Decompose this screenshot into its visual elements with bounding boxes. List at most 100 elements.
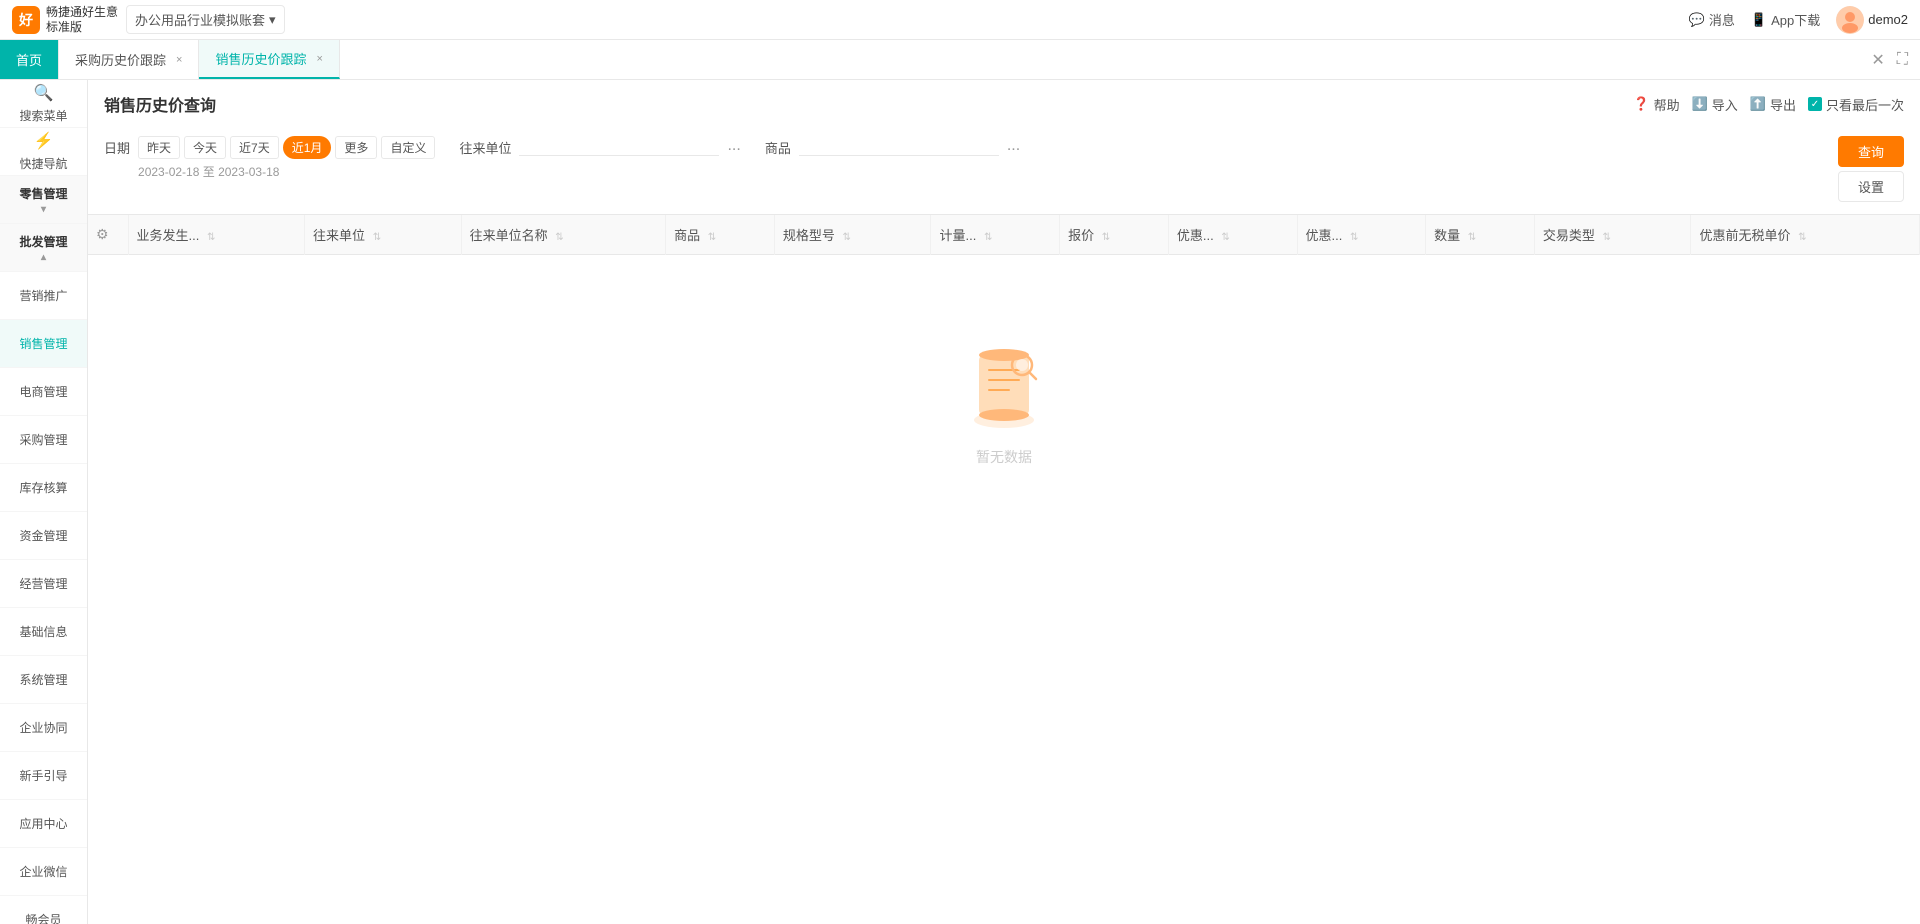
- user-profile[interactable]: demo2: [1836, 6, 1908, 34]
- date-btn-today[interactable]: 今天: [184, 136, 226, 159]
- table-header: ⚙ 业务发生... ⇅ 往来单位 ⇅ 往来单位名称 ⇅: [88, 215, 1920, 255]
- column-partner-name[interactable]: 往来单位名称 ⇅: [461, 215, 665, 255]
- message-icon: 💬: [1689, 12, 1705, 28]
- column-biz-date[interactable]: 业务发生... ⇅: [128, 215, 305, 255]
- column-unit[interactable]: 计量... ⇅: [931, 215, 1060, 255]
- chevron-down-icon: ▾: [269, 12, 276, 28]
- date-filter-group: 日期 昨天 今天 近7天 近1月 更多 自定义 2023-02-18 至 202…: [104, 136, 435, 180]
- sort-quote-icon: ⇅: [1102, 232, 1110, 243]
- tab-sales-history[interactable]: 销售历史价跟踪 ×: [199, 40, 339, 79]
- page-title-row: 销售历史价查询 ❓ 帮助 ⬇️ 导入 ⬆️ 导出 ✓: [104, 92, 1904, 116]
- sidebar-item-operations[interactable]: 经营管理: [0, 560, 87, 608]
- show-last-once-checkbox-group[interactable]: ✓ 只看最后一次: [1808, 95, 1904, 114]
- logo-icon: 好: [12, 6, 40, 34]
- product-input-group: ...: [799, 136, 1020, 156]
- partner-input-group: ...: [519, 136, 740, 156]
- column-partner-code[interactable]: 往来单位 ⇅: [305, 215, 462, 255]
- close-sales-tab-icon[interactable]: ×: [316, 53, 322, 65]
- filter-row: 日期 昨天 今天 近7天 近1月 更多 自定义 2023-02-18 至 202…: [104, 128, 1904, 214]
- column-pre-tax-price[interactable]: 优惠前无税单价 ⇅: [1691, 215, 1920, 255]
- partner-input[interactable]: [519, 136, 719, 156]
- partner-search-icon[interactable]: ...: [727, 137, 740, 155]
- export-icon: ⬆️: [1750, 96, 1766, 112]
- column-quote[interactable]: 报价 ⇅: [1060, 215, 1169, 255]
- sort-quantity-icon: ⇅: [1468, 232, 1476, 243]
- message-button[interactable]: 💬 消息: [1689, 10, 1735, 29]
- help-button[interactable]: ❓ 帮助: [1633, 95, 1679, 114]
- sidebar: 🔍 搜索菜单 ⚡ 快捷导航 零售管理 ▾ 批发管理 ▴ 营销推广 销售管理 电商…: [0, 80, 88, 924]
- sort-partner-code-icon: ⇅: [373, 232, 381, 243]
- sort-spec-icon: ⇅: [843, 232, 851, 243]
- logo-area[interactable]: 好 畅捷通好生意 标准版: [12, 5, 118, 34]
- data-table: ⚙ 业务发生... ⇅ 往来单位 ⇅ 往来单位名称 ⇅: [88, 215, 1920, 255]
- column-quantity[interactable]: 数量 ⇅: [1426, 215, 1535, 255]
- date-filter: 昨天 今天 近7天 近1月 更多 自定义 2023-02-18 至 2023-0…: [138, 136, 435, 180]
- phone-icon: 📱: [1751, 12, 1767, 28]
- column-spec[interactable]: 规格型号 ⇅: [774, 215, 931, 255]
- date-btn-more[interactable]: 更多: [335, 136, 377, 159]
- show-last-once-checkbox[interactable]: ✓: [1808, 97, 1822, 111]
- settings-column-icon[interactable]: ⚙: [96, 226, 109, 242]
- sidebar-item-basic-info[interactable]: 基础信息: [0, 608, 87, 656]
- sidebar-item-wholesale-mgmt[interactable]: 批发管理 ▴: [0, 224, 87, 272]
- product-filter-group: 商品 ...: [765, 136, 1020, 157]
- close-purchase-tab-icon[interactable]: ×: [176, 54, 182, 66]
- top-bar-left: 好 畅捷通好生意 标准版 办公用品行业模拟账套 ▾: [12, 5, 285, 34]
- column-trade-type[interactable]: 交易类型 ⇅: [1534, 215, 1691, 255]
- sidebar-item-vip[interactable]: 畅会员: [0, 896, 87, 924]
- empty-illustration: [954, 335, 1054, 435]
- chevron-right-icon: ▾: [41, 204, 46, 215]
- sidebar-item-quick-nav[interactable]: ⚡ 快捷导航: [0, 128, 87, 176]
- partner-filter-group: 往来单位 ...: [459, 136, 740, 157]
- settings-button[interactable]: 设置: [1838, 171, 1904, 202]
- date-btn-custom[interactable]: 自定义: [381, 136, 435, 159]
- top-bar: 好 畅捷通好生意 标准版 办公用品行业模拟账套 ▾ 💬 消息 📱 App下载 d…: [0, 0, 1920, 40]
- chevron-down-icon: ▴: [41, 252, 46, 263]
- sidebar-item-search-menu[interactable]: 🔍 搜索菜单: [0, 80, 87, 128]
- product-input[interactable]: [799, 136, 999, 156]
- sidebar-item-system-mgmt[interactable]: 系统管理: [0, 656, 87, 704]
- user-name: demo2: [1868, 12, 1908, 27]
- company-selector[interactable]: 办公用品行业模拟账套 ▾: [126, 5, 285, 34]
- sort-unit-icon: ⇅: [984, 232, 992, 243]
- app-download-button[interactable]: 📱 App下载: [1751, 10, 1820, 29]
- sidebar-item-new-guide[interactable]: 新手引导: [0, 752, 87, 800]
- date-range-text: 2023-02-18 至 2023-03-18: [138, 163, 435, 180]
- query-button[interactable]: 查询: [1838, 136, 1904, 167]
- tab-purchase-history[interactable]: 采购历史价跟踪 ×: [59, 40, 199, 79]
- avatar: [1836, 6, 1864, 34]
- page-title: 销售历史价查询: [104, 92, 216, 116]
- date-btn-yesterday[interactable]: 昨天: [138, 136, 180, 159]
- page-header: 销售历史价查询 ❓ 帮助 ⬇️ 导入 ⬆️ 导出 ✓: [88, 80, 1920, 215]
- sidebar-item-purchase-mgmt[interactable]: 采购管理: [0, 416, 87, 464]
- tab-home[interactable]: 首页: [0, 40, 59, 79]
- sidebar-item-app-center[interactable]: 应用中心: [0, 800, 87, 848]
- import-icon: ⬇️: [1692, 96, 1708, 112]
- sidebar-item-marketing[interactable]: 营销推广: [0, 272, 87, 320]
- column-product[interactable]: 商品 ⇅: [666, 215, 775, 255]
- close-all-tabs-icon[interactable]: ✕: [1871, 50, 1884, 70]
- sidebar-item-finance[interactable]: 资金管理: [0, 512, 87, 560]
- sort-trade-type-icon: ⇅: [1603, 232, 1611, 243]
- column-discount1[interactable]: 优惠... ⇅: [1168, 215, 1297, 255]
- date-btn-last7[interactable]: 近7天: [230, 136, 279, 159]
- maximize-icon[interactable]: ⛶: [1897, 51, 1908, 69]
- sort-partner-name-icon: ⇅: [555, 232, 563, 243]
- table-container: ⚙ 业务发生... ⇅ 往来单位 ⇅ 往来单位名称 ⇅: [88, 215, 1920, 924]
- column-discount2[interactable]: 优惠... ⇅: [1297, 215, 1426, 255]
- sidebar-item-enterprise[interactable]: 企业协同: [0, 704, 87, 752]
- product-label: 商品: [765, 136, 791, 157]
- sidebar-item-sales-mgmt[interactable]: 销售管理: [0, 320, 87, 368]
- date-btn-last1m[interactable]: 近1月: [283, 136, 332, 159]
- sidebar-item-inventory[interactable]: 库存核算: [0, 464, 87, 512]
- partner-label: 往来单位: [459, 136, 511, 157]
- sidebar-item-ecommerce[interactable]: 电商管理: [0, 368, 87, 416]
- product-search-icon[interactable]: ...: [1007, 137, 1020, 155]
- tab-bar-actions: ✕ ⛶: [1871, 40, 1920, 79]
- content-area: 销售历史价查询 ❓ 帮助 ⬇️ 导入 ⬆️ 导出 ✓: [88, 80, 1920, 924]
- sidebar-item-enterprise-wx[interactable]: 企业微信: [0, 848, 87, 896]
- sidebar-item-retail-mgmt[interactable]: 零售管理 ▾: [0, 176, 87, 224]
- home-label: 首页: [16, 50, 42, 69]
- import-button[interactable]: ⬇️ 导入: [1692, 95, 1738, 114]
- export-button[interactable]: ⬆️ 导出: [1750, 95, 1796, 114]
